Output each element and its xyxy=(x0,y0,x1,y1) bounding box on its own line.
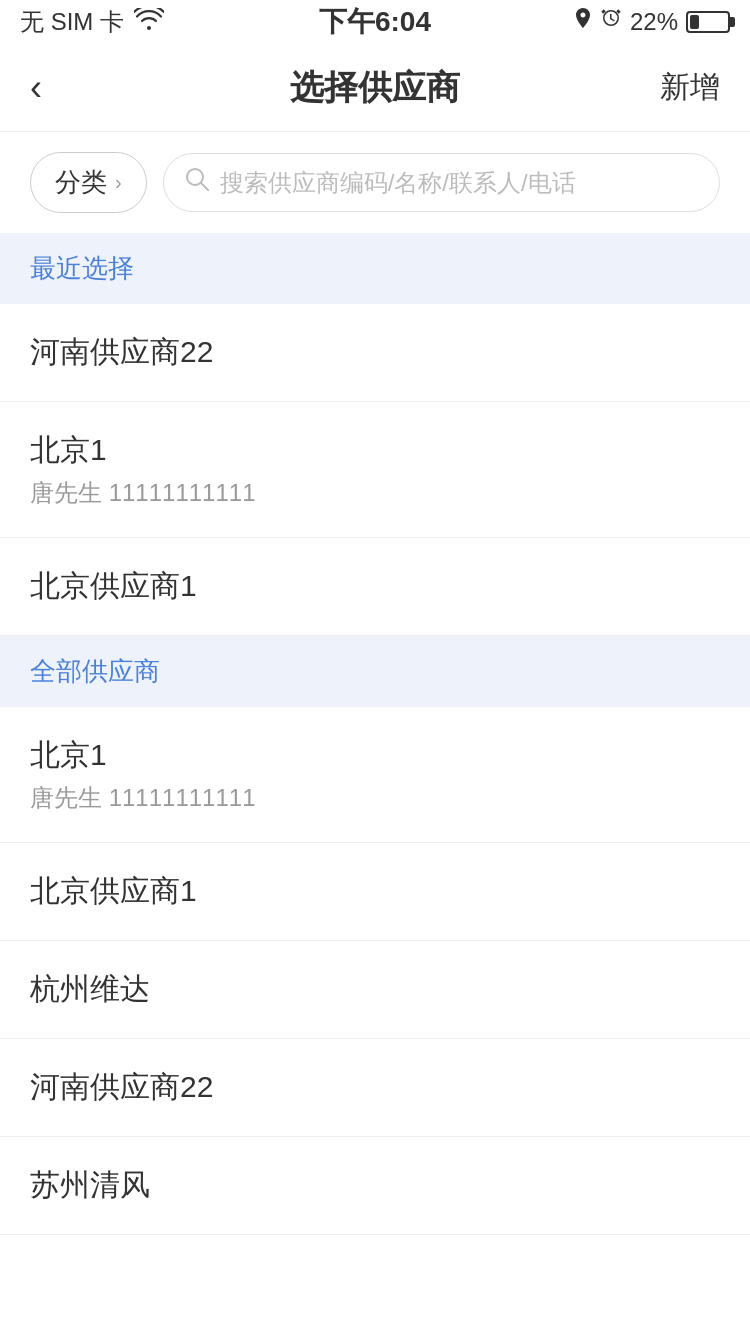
all-list: 北京1 唐先生 11111111111 北京供应商1 杭州维达 河南供应商22 … xyxy=(0,707,750,1235)
item-name: 北京供应商1 xyxy=(30,566,720,607)
filter-bar: 分类 › 搜索供应商编码/名称/联系人/电话 xyxy=(0,132,750,233)
add-button[interactable]: 新增 xyxy=(660,67,720,108)
category-button[interactable]: 分类 › xyxy=(30,152,147,213)
wifi-icon xyxy=(134,8,164,36)
list-item[interactable]: 北京供应商1 xyxy=(0,843,750,941)
search-icon xyxy=(184,166,210,199)
status-right: 22% xyxy=(574,8,730,36)
page-title: 选择供应商 xyxy=(290,65,460,111)
category-label: 分类 xyxy=(55,165,107,200)
list-item[interactable]: 北京1 唐先生 11111111111 xyxy=(0,402,750,538)
item-name: 杭州维达 xyxy=(30,969,720,1010)
item-name: 北京供应商1 xyxy=(30,871,720,912)
status-bar: 无 SIM 卡 下午6:04 22% xyxy=(0,0,750,44)
recent-section-header: 最近选择 xyxy=(0,233,750,304)
list-item[interactable]: 北京供应商1 xyxy=(0,538,750,636)
list-item[interactable]: 杭州维达 xyxy=(0,941,750,1039)
search-box[interactable]: 搜索供应商编码/名称/联系人/电话 xyxy=(163,153,720,212)
all-section-label: 全部供应商 xyxy=(30,656,160,686)
item-name: 河南供应商22 xyxy=(30,332,720,373)
item-name: 北京1 xyxy=(30,735,720,776)
item-name: 北京1 xyxy=(30,430,720,471)
no-sim-label: 无 SIM 卡 xyxy=(20,6,124,38)
status-left: 无 SIM 卡 xyxy=(20,6,164,38)
status-time: 下午6:04 xyxy=(319,3,431,41)
recent-section-label: 最近选择 xyxy=(30,253,134,283)
back-button[interactable]: ‹ xyxy=(30,67,90,109)
battery-icon xyxy=(686,11,730,33)
list-item[interactable]: 北京1 唐先生 11111111111 xyxy=(0,707,750,843)
search-placeholder: 搜索供应商编码/名称/联系人/电话 xyxy=(220,167,576,199)
nav-bar: ‹ 选择供应商 新增 xyxy=(0,44,750,132)
chevron-right-icon: › xyxy=(115,171,122,194)
svg-line-1 xyxy=(201,183,208,190)
battery-fill xyxy=(690,15,699,29)
list-item[interactable]: 河南供应商22 xyxy=(0,304,750,402)
item-name: 苏州清风 xyxy=(30,1165,720,1206)
recent-list: 河南供应商22 北京1 唐先生 11111111111 北京供应商1 xyxy=(0,304,750,636)
list-item[interactable]: 河南供应商22 xyxy=(0,1039,750,1137)
all-section-header: 全部供应商 xyxy=(0,636,750,707)
location-icon xyxy=(574,8,592,36)
list-item[interactable]: 苏州清风 xyxy=(0,1137,750,1235)
item-name: 河南供应商22 xyxy=(30,1067,720,1108)
alarm-icon xyxy=(600,8,622,36)
item-sub: 唐先生 11111111111 xyxy=(30,782,720,814)
item-sub: 唐先生 11111111111 xyxy=(30,477,720,509)
battery-percent: 22% xyxy=(630,8,678,36)
